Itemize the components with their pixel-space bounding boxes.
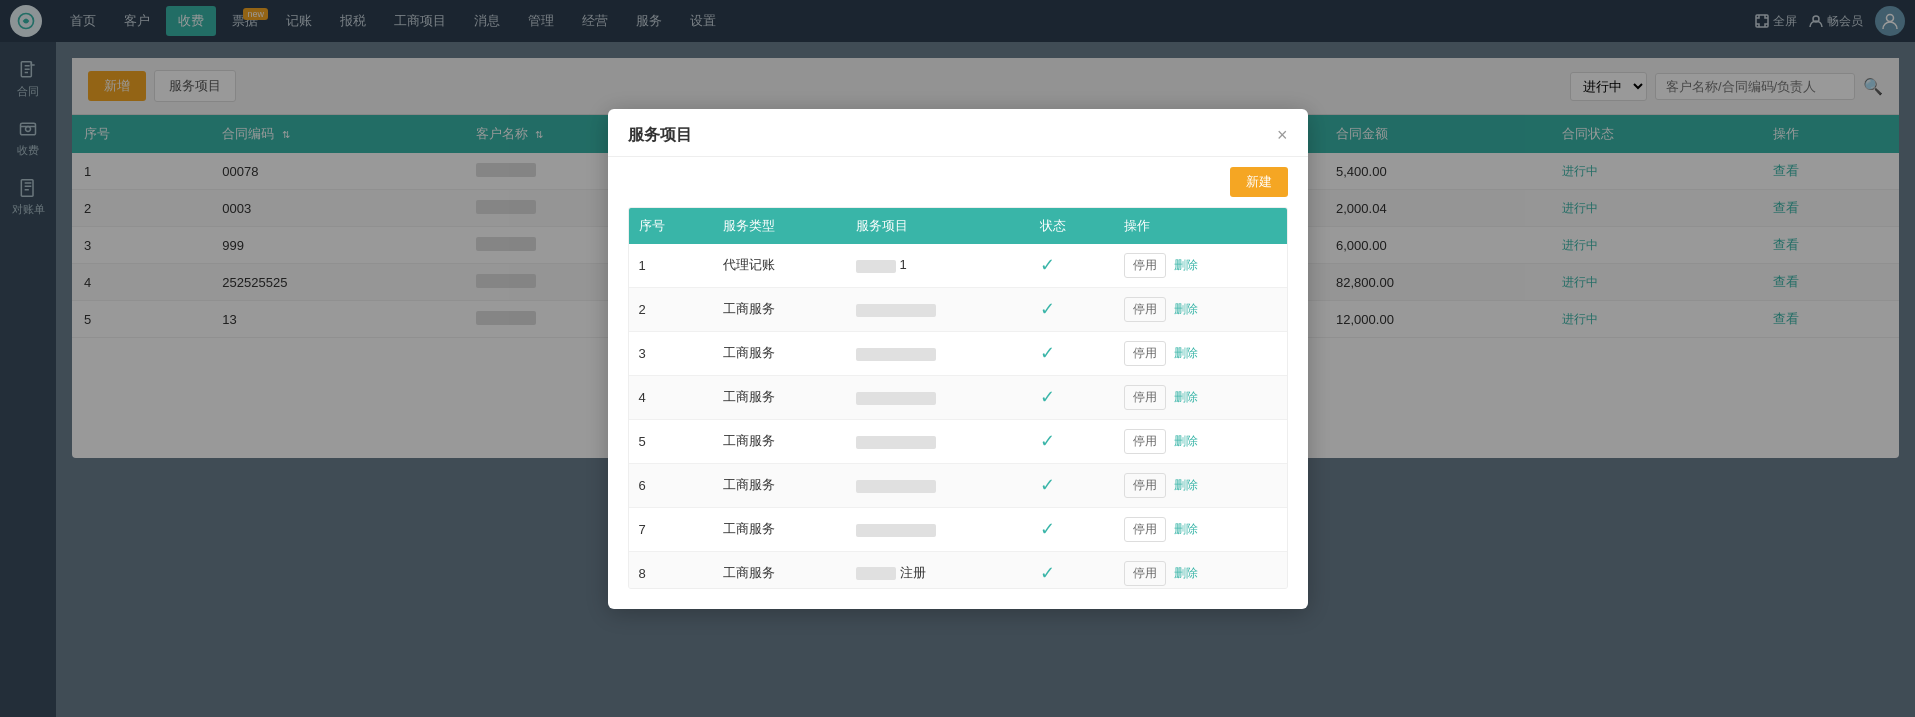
modal-cell-seq: 3 bbox=[629, 331, 714, 375]
modal-cell-seq: 5 bbox=[629, 419, 714, 463]
modal-cell-action: 停用 删除 bbox=[1114, 244, 1286, 288]
modal-cell-status: ✓ bbox=[1030, 463, 1115, 507]
modal-cell-type: 工商服务 bbox=[713, 419, 845, 463]
modal-cell-action: 停用 删除 bbox=[1114, 287, 1286, 331]
status-check-icon: ✓ bbox=[1040, 387, 1055, 407]
modal-cell-seq: 6 bbox=[629, 463, 714, 507]
modal-col-status: 状态 bbox=[1030, 208, 1115, 244]
stop-button[interactable]: 停用 bbox=[1124, 473, 1166, 498]
modal-cell-action: 停用 删除 bbox=[1114, 463, 1286, 507]
stop-button[interactable]: 停用 bbox=[1124, 297, 1166, 322]
status-check-icon: ✓ bbox=[1040, 475, 1055, 495]
delete-button[interactable]: 删除 bbox=[1174, 477, 1198, 494]
modal-cell-status: ✓ bbox=[1030, 287, 1115, 331]
stop-button[interactable]: 停用 bbox=[1124, 385, 1166, 410]
modal-new-button[interactable]: 新建 bbox=[1230, 167, 1288, 197]
modal-cell-item bbox=[846, 331, 1030, 375]
modal-cell-item bbox=[846, 463, 1030, 507]
modal-cell-action: 停用 删除 bbox=[1114, 419, 1286, 463]
modal-cell-seq: 8 bbox=[629, 551, 714, 588]
modal-cell-item bbox=[846, 419, 1030, 463]
modal-cell-status: ✓ bbox=[1030, 375, 1115, 419]
modal-table-row: 3 工商服务 ✓ 停用 删除 bbox=[629, 331, 1287, 375]
modal-cell-item: 注册 bbox=[846, 551, 1030, 588]
modal-cell-action: 停用 删除 bbox=[1114, 551, 1286, 588]
modal-cell-item bbox=[846, 287, 1030, 331]
modal-table-row: 1 代理记账 1 ✓ 停用 删除 bbox=[629, 244, 1287, 288]
modal-service-table: 序号 服务类型 服务项目 状态 操作 1 代理记账 1 ✓ bbox=[629, 208, 1287, 588]
modal-cell-type: 工商服务 bbox=[713, 287, 845, 331]
delete-button[interactable]: 删除 bbox=[1174, 433, 1198, 450]
stop-button[interactable]: 停用 bbox=[1124, 429, 1166, 454]
modal-toolbar: 新建 bbox=[608, 157, 1308, 207]
modal-cell-action: 停用 删除 bbox=[1114, 331, 1286, 375]
modal-table-wrap: 序号 服务类型 服务项目 状态 操作 1 代理记账 1 ✓ bbox=[628, 207, 1288, 589]
modal-table-row: 8 工商服务 注册 ✓ 停用 删除 bbox=[629, 551, 1287, 588]
modal-cell-action: 停用 删除 bbox=[1114, 507, 1286, 551]
delete-button[interactable]: 删除 bbox=[1174, 345, 1198, 362]
modal-table-row: 7 工商服务 ✓ 停用 删除 bbox=[629, 507, 1287, 551]
status-check-icon: ✓ bbox=[1040, 255, 1055, 275]
modal-col-seq: 序号 bbox=[629, 208, 714, 244]
modal-col-action: 操作 bbox=[1114, 208, 1286, 244]
modal-cell-status: ✓ bbox=[1030, 507, 1115, 551]
modal-cell-item bbox=[846, 507, 1030, 551]
modal-cell-status: ✓ bbox=[1030, 419, 1115, 463]
modal-cell-seq: 7 bbox=[629, 507, 714, 551]
modal-overlay[interactable]: 服务项目 × 新建 序号 服务类型 bbox=[56, 42, 1915, 717]
stop-button[interactable]: 停用 bbox=[1124, 341, 1166, 366]
modal-cell-type: 代理记账 bbox=[713, 244, 845, 288]
main-content: 新增 服务项目 进行中 已完成 全部 🔍 序号 合同编码 bbox=[56, 42, 1915, 717]
modal-title: 服务项目 bbox=[628, 125, 692, 146]
modal-cell-seq: 2 bbox=[629, 287, 714, 331]
status-check-icon: ✓ bbox=[1040, 563, 1055, 583]
modal-table-row: 6 工商服务 ✓ 停用 删除 bbox=[629, 463, 1287, 507]
modal-close-button[interactable]: × bbox=[1277, 126, 1288, 144]
modal-col-type: 服务类型 bbox=[713, 208, 845, 244]
status-check-icon: ✓ bbox=[1040, 519, 1055, 539]
modal-cell-status: ✓ bbox=[1030, 551, 1115, 588]
status-check-icon: ✓ bbox=[1040, 343, 1055, 363]
modal-cell-type: 工商服务 bbox=[713, 375, 845, 419]
modal-table-row: 2 工商服务 ✓ 停用 删除 bbox=[629, 287, 1287, 331]
modal-col-item: 服务项目 bbox=[846, 208, 1030, 244]
status-check-icon: ✓ bbox=[1040, 299, 1055, 319]
modal-header: 服务项目 × bbox=[608, 109, 1308, 157]
modal-cell-status: ✓ bbox=[1030, 244, 1115, 288]
modal-cell-item: 1 bbox=[846, 244, 1030, 288]
delete-button[interactable]: 删除 bbox=[1174, 257, 1198, 274]
modal-cell-type: 工商服务 bbox=[713, 551, 845, 588]
delete-button[interactable]: 删除 bbox=[1174, 565, 1198, 582]
delete-button[interactable]: 删除 bbox=[1174, 389, 1198, 406]
service-item-modal: 服务项目 × 新建 序号 服务类型 bbox=[608, 109, 1308, 609]
stop-button[interactable]: 停用 bbox=[1124, 253, 1166, 278]
delete-button[interactable]: 删除 bbox=[1174, 521, 1198, 538]
modal-cell-type: 工商服务 bbox=[713, 463, 845, 507]
modal-cell-action: 停用 删除 bbox=[1114, 375, 1286, 419]
modal-body: 序号 服务类型 服务项目 状态 操作 1 代理记账 1 ✓ bbox=[608, 207, 1308, 609]
modal-table-row: 5 工商服务 ✓ 停用 删除 bbox=[629, 419, 1287, 463]
stop-button[interactable]: 停用 bbox=[1124, 561, 1166, 586]
modal-table-row: 4 工商服务 ✓ 停用 删除 bbox=[629, 375, 1287, 419]
modal-cell-status: ✓ bbox=[1030, 331, 1115, 375]
modal-cell-item bbox=[846, 375, 1030, 419]
status-check-icon: ✓ bbox=[1040, 431, 1055, 451]
modal-table-scroll[interactable]: 序号 服务类型 服务项目 状态 操作 1 代理记账 1 ✓ bbox=[629, 208, 1287, 588]
modal-cell-seq: 1 bbox=[629, 244, 714, 288]
modal-cell-type: 工商服务 bbox=[713, 507, 845, 551]
modal-cell-type: 工商服务 bbox=[713, 331, 845, 375]
stop-button[interactable]: 停用 bbox=[1124, 517, 1166, 542]
delete-button[interactable]: 删除 bbox=[1174, 301, 1198, 318]
modal-cell-seq: 4 bbox=[629, 375, 714, 419]
